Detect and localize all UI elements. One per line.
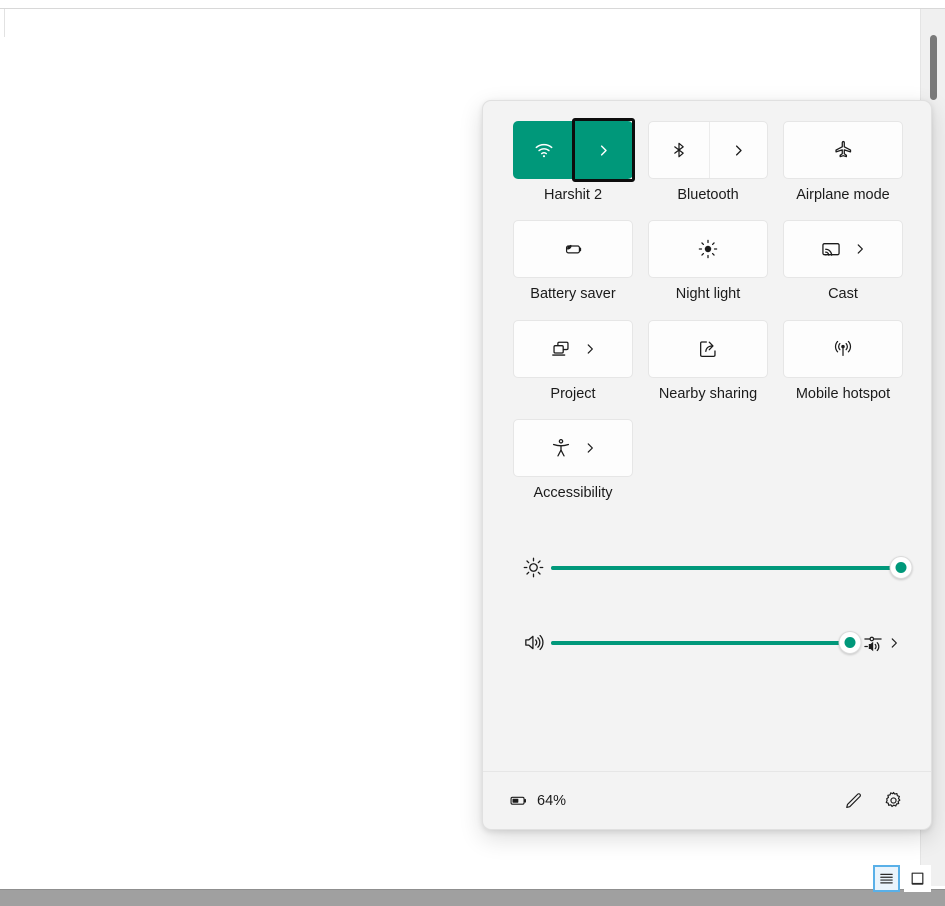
tile-accessibility[interactable] (513, 419, 633, 478)
cast-icon (820, 238, 842, 260)
tile-wifi-toggle[interactable] (514, 122, 574, 178)
document-top-border (0, 8, 945, 9)
hotspot-broadcast-icon (832, 338, 854, 360)
edit-quick-settings-button[interactable] (833, 784, 873, 818)
tile-airplane-mode-toggle[interactable] (784, 122, 902, 178)
volume-slider-thumb[interactable] (838, 631, 862, 655)
battery-percentage: 64% (537, 792, 567, 809)
tile-project[interactable] (513, 319, 633, 378)
quick-settings-tile-grid: Harshit 2 Bluetooth Airplane mode Batter… (513, 118, 903, 519)
volume-speaker-icon (515, 631, 551, 654)
brightness-slider-row (513, 541, 913, 595)
tile-night-light-toggle[interactable] (649, 221, 767, 277)
tile-cell-cast: Cast (783, 220, 903, 303)
quick-settings-content: Harshit 2 Bluetooth Airplane mode Batter… (483, 101, 931, 771)
volume-slider[interactable] (551, 631, 862, 655)
tile-accessibility-toggle[interactable] (514, 420, 632, 476)
tile-project-toggle[interactable] (514, 321, 632, 377)
tile-night-light[interactable] (648, 220, 768, 279)
tile-cell-airplane-mode: Airplane mode (783, 121, 903, 204)
view-button-page-view[interactable] (904, 865, 931, 892)
project-screens-icon (550, 338, 572, 360)
document-left-rule (4, 9, 5, 37)
tile-label-wifi: Harshit 2 (543, 187, 603, 203)
audio-output-selector-icon (862, 632, 884, 654)
tile-cast-toggle[interactable] (784, 221, 902, 277)
tile-label-night-light: Night light (675, 286, 741, 303)
tile-cell-project: Project (513, 319, 633, 403)
brightness-slider-fill (551, 565, 901, 570)
battery-icon (509, 791, 528, 810)
scrollbar-thumb[interactable] (930, 35, 937, 100)
tile-battery-saver-toggle[interactable] (514, 221, 632, 277)
tile-cast[interactable] (783, 220, 903, 279)
tile-cell-bluetooth: Bluetooth (648, 121, 768, 204)
tile-cell-night-light: Night light (648, 220, 768, 303)
chevron-right-icon (731, 143, 746, 158)
tile-nearby-sharing-toggle[interactable] (649, 321, 767, 377)
tile-cell-battery-saver: Battery saver (513, 220, 633, 303)
volume-slider-fill (551, 640, 850, 645)
tile-label-cast: Cast (828, 286, 858, 303)
tile-cell-accessibility: Accessibility (513, 419, 633, 502)
square-page-icon (909, 870, 926, 887)
tile-bluetooth[interactable] (648, 121, 768, 179)
share-icon (697, 338, 719, 360)
tile-label-accessibility: Accessibility (533, 485, 613, 502)
accessibility-person-icon (550, 437, 572, 459)
tile-label-mobile-hotspot: Mobile hotspot (795, 385, 891, 402)
tile-airplane-mode[interactable] (783, 121, 903, 179)
chevron-right-icon (583, 342, 597, 356)
tile-mobile-hotspot-toggle[interactable] (784, 321, 902, 377)
quick-settings-panel: Harshit 2 Bluetooth Airplane mode Batter… (482, 100, 932, 830)
tile-label-airplane-mode: Airplane mode (796, 187, 890, 203)
pencil-edit-icon (843, 791, 863, 811)
tile-cell-wifi: Harshit 2 (513, 118, 635, 204)
tile-battery-saver[interactable] (513, 220, 633, 279)
tile-nearby-sharing[interactable] (648, 319, 768, 378)
view-button-list-view[interactable] (873, 865, 900, 892)
quick-settings-footer: 64% (483, 771, 931, 829)
tile-cell-mobile-hotspot: Mobile hotspot (783, 319, 903, 403)
chevron-right-icon (853, 242, 867, 256)
volume-slider-row (513, 616, 901, 670)
airplane-icon (832, 139, 854, 161)
brightness-sun-icon (515, 556, 551, 579)
tile-label-nearby-sharing: Nearby sharing (658, 385, 758, 402)
lines-list-icon (878, 870, 895, 887)
brightness-slider[interactable] (551, 556, 913, 580)
bottom-status-bar (0, 889, 945, 906)
tile-bluetooth-chevron-button[interactable] (710, 122, 767, 178)
gear-settings-icon (883, 790, 904, 811)
tile-label-project: Project (550, 385, 596, 402)
tile-mobile-hotspot[interactable] (783, 319, 903, 378)
battery-saver-icon (561, 237, 585, 261)
chevron-right-icon (887, 636, 901, 650)
tile-label-bluetooth: Bluetooth (677, 187, 739, 203)
open-settings-button[interactable] (873, 784, 913, 818)
tile-label-battery-saver: Battery saver (530, 286, 616, 303)
tile-bluetooth-toggle[interactable] (649, 122, 710, 178)
tile-wifi-chevron-button[interactable] (572, 118, 635, 182)
battery-status[interactable]: 64% (509, 791, 566, 810)
chevron-right-icon (596, 143, 611, 158)
chevron-right-icon (583, 441, 597, 455)
brightness-sun-icon (697, 238, 719, 260)
wifi-icon (533, 139, 555, 161)
tile-cell-nearby-sharing: Nearby sharing (648, 319, 768, 403)
tile-wifi[interactable] (513, 118, 635, 182)
bluetooth-icon (669, 140, 689, 160)
audio-output-selector-button[interactable] (862, 632, 901, 654)
brightness-slider-thumb[interactable] (889, 556, 913, 580)
view-switch-group (873, 865, 931, 892)
